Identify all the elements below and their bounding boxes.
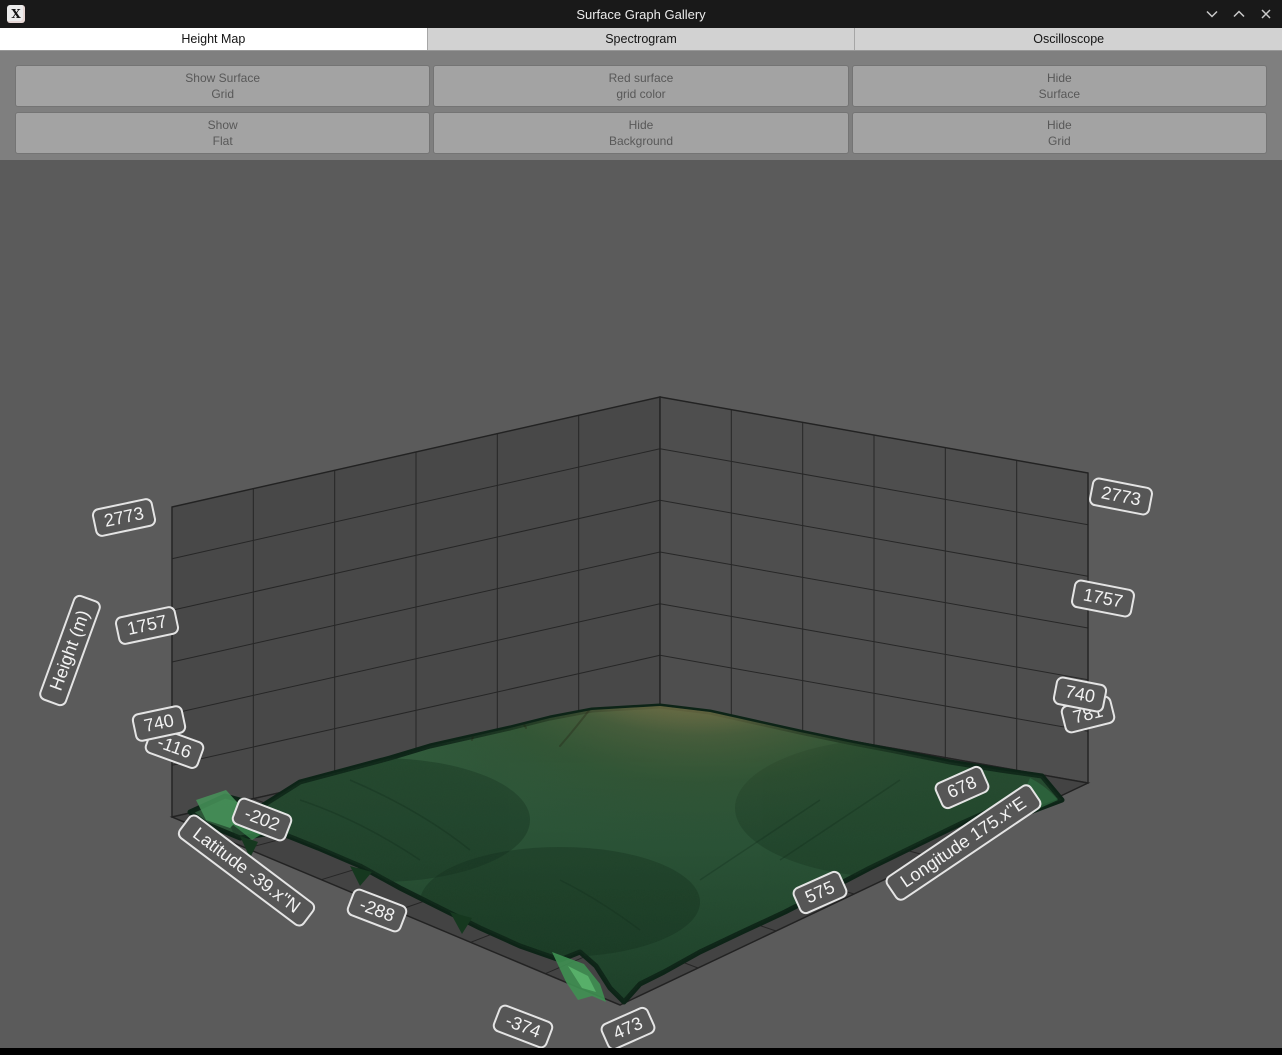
- tab-spectrogram[interactable]: Spectrogram: [428, 28, 856, 50]
- button-label: Hide: [1047, 70, 1072, 87]
- button-label: Show Surface: [185, 70, 260, 87]
- shade-button[interactable]: [1202, 4, 1222, 24]
- chevron-down-icon: [1206, 10, 1218, 18]
- button-label: Show: [208, 117, 238, 134]
- button-label: Hide: [629, 117, 654, 134]
- close-button[interactable]: [1256, 4, 1276, 24]
- button-label: Hide: [1047, 117, 1072, 134]
- controls-panel: Show Surface Grid Red surface grid color…: [0, 51, 1282, 160]
- hide-grid-button[interactable]: Hide Grid: [852, 112, 1267, 154]
- button-label: Grid: [1048, 133, 1071, 150]
- button-label: Surface: [1039, 86, 1080, 103]
- button-label: grid color: [616, 86, 665, 103]
- plot-area: Height (m) 2773 1757 -116 740 -202 -288 …: [0, 160, 1282, 1055]
- window-bottom-edge: [0, 1048, 1282, 1055]
- tab-oscilloscope[interactable]: Oscilloscope: [855, 28, 1282, 50]
- close-icon: [1261, 9, 1271, 19]
- button-label: Red surface: [609, 70, 674, 87]
- maximize-button[interactable]: [1229, 4, 1249, 24]
- window-title: Surface Graph Gallery: [0, 7, 1282, 22]
- hide-background-button[interactable]: Hide Background: [433, 112, 848, 154]
- surface-grid-color-button[interactable]: Red surface grid color: [433, 65, 848, 107]
- chevron-up-icon: [1233, 10, 1245, 18]
- show-flat-button[interactable]: Show Flat: [15, 112, 430, 154]
- window-controls: [1202, 0, 1276, 28]
- hide-surface-button[interactable]: Hide Surface: [852, 65, 1267, 107]
- tab-height-map[interactable]: Height Map: [0, 28, 428, 50]
- toggle-surface-grid-button[interactable]: Show Surface Grid: [15, 65, 430, 107]
- button-label: Grid: [211, 86, 234, 103]
- button-label: Flat: [213, 133, 233, 150]
- app-icon: X: [7, 5, 25, 23]
- tab-bar: Height Map Spectrogram Oscilloscope: [0, 28, 1282, 51]
- button-label: Background: [609, 133, 673, 150]
- titlebar: X Surface Graph Gallery: [0, 0, 1282, 28]
